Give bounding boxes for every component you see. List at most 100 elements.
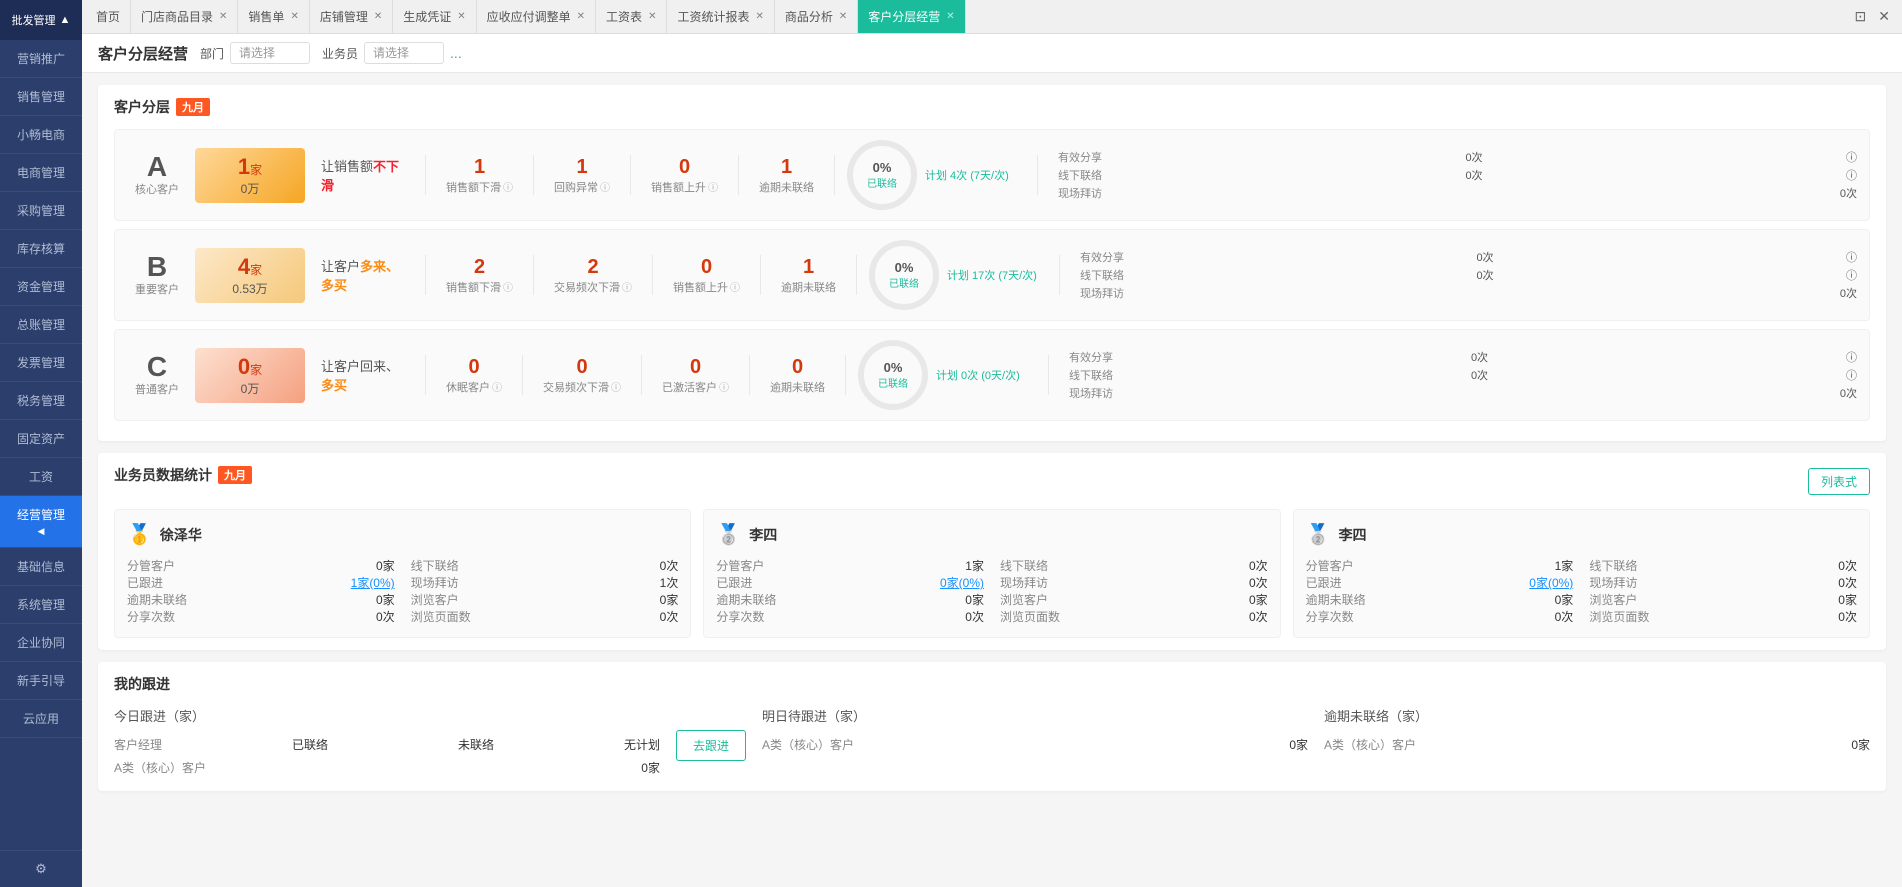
sidebar-item-basic[interactable]: 基础信息: [0, 548, 82, 586]
sidebar-item-sales[interactable]: 销售管理: [0, 78, 82, 116]
info-icon[interactable]: ⓘ: [1846, 349, 1857, 365]
sidebar-item-cloud[interactable]: 云应用: [0, 700, 82, 738]
followed-up-link[interactable]: 0家(0%): [1529, 574, 1573, 591]
divider: [652, 255, 653, 295]
sidebar-item-collab[interactable]: 企业协同: [0, 624, 82, 662]
list-view-button[interactable]: 列表式: [1808, 468, 1870, 495]
tier-c-contact: 0% 已联络 计划 0次 (0天/次): [858, 340, 1036, 410]
tab-store-products[interactable]: 门店商品目录 ✕: [131, 0, 238, 33]
close-icon[interactable]: ✕: [648, 11, 656, 22]
tier-c-count[interactable]: 0家 0万: [195, 348, 305, 403]
tab-home[interactable]: 首页: [86, 0, 131, 33]
tier-b-stat-4[interactable]: 1 逾期未联络: [773, 256, 844, 295]
info-icon[interactable]: ⓘ: [1846, 267, 1857, 283]
tier-c-stat-1[interactable]: 0 休眠客户ⓘ: [438, 356, 510, 395]
staff-section-title: 业务员数据统计 九月: [114, 465, 252, 485]
close-icon[interactable]: ✕: [577, 11, 585, 22]
staff-name-0: 徐泽华: [160, 525, 202, 545]
close-icon[interactable]: ✕: [946, 11, 954, 22]
info-icon[interactable]: ⓘ: [1846, 149, 1857, 165]
sidebar-item-marketing[interactable]: 营销推广: [0, 40, 82, 78]
sidebar-item-payroll[interactable]: 工资: [0, 458, 82, 496]
sidebar-item-ecommerce-small[interactable]: 小畅电商: [0, 116, 82, 154]
page-title: 客户分层经营: [98, 43, 188, 64]
divider: [630, 155, 631, 195]
tab-ap-adjustment[interactable]: 应收应付调整单 ✕: [477, 0, 596, 33]
tier-b-stat-2[interactable]: 2 交易频次下滑ⓘ: [546, 256, 640, 295]
sidebar-item-purchase[interactable]: 采购管理: [0, 192, 82, 230]
tier-a-count[interactable]: 1家 0万: [195, 148, 305, 203]
sidebar-item-finance[interactable]: 资金管理: [0, 268, 82, 306]
tab-customer-tier[interactable]: 客户分层经营 ✕: [858, 0, 965, 33]
tab-store-mgmt[interactable]: 店铺管理 ✕: [310, 0, 393, 33]
tab-product-analysis[interactable]: 商品分析 ✕: [775, 0, 858, 33]
sidebar-collapse-icon[interactable]: ▲: [60, 14, 71, 26]
tab-sales-order[interactable]: 销售单 ✕: [238, 0, 309, 33]
close-window-icon[interactable]: ✕: [1874, 6, 1894, 27]
tier-c-stat-3[interactable]: 0 已激活客户ⓘ: [654, 356, 737, 395]
sidebar-item-tax[interactable]: 税务管理: [0, 382, 82, 420]
staff-stat-row: 已跟进 0家(0%): [1306, 574, 1574, 591]
tier-c-circle: 0% 已联络: [858, 340, 928, 410]
divider: [533, 255, 534, 295]
close-icon[interactable]: ✕: [219, 11, 227, 22]
tab-gen-voucher[interactable]: 生成凭证 ✕: [393, 0, 476, 33]
sidebar-item-ecommerce[interactable]: 电商管理: [0, 154, 82, 192]
staff-card-2: 🥈 李四 分管客户 1家 已跟进 0家(0%): [1293, 509, 1870, 638]
tier-a-plan: 计划 4次 (7天/次): [925, 167, 1025, 183]
tier-b-stat-3[interactable]: 0 销售额上升ⓘ: [665, 256, 748, 295]
close-icon[interactable]: ✕: [839, 11, 847, 22]
sidebar-header[interactable]: 批发管理 ▲: [0, 0, 82, 40]
tier-b-circle: 0% 已联络: [869, 240, 939, 310]
staff-grid: 🥇 徐泽华 分管客户 0家 已跟进 1家(0%): [114, 509, 1870, 638]
close-icon[interactable]: ✕: [290, 11, 298, 22]
followup-today-title: 今日跟进（家）: [114, 706, 660, 725]
tier-a-stat-2[interactable]: 1 回购异常ⓘ: [546, 156, 618, 195]
divider: [425, 355, 426, 395]
more-filters-icon[interactable]: ...: [450, 45, 462, 61]
sidebar-item-management[interactable]: 经营管理 ◀: [0, 496, 82, 548]
sidebar-item-label: 销售管理: [0, 88, 82, 105]
tab-payroll[interactable]: 工资表 ✕: [596, 0, 667, 33]
tier-b-stat-1[interactable]: 2 销售额下滑ⓘ: [438, 256, 521, 295]
tier-c-stat-4[interactable]: 0 逾期未联络: [762, 356, 833, 395]
sidebar-item-guide[interactable]: 新手引导: [0, 662, 82, 700]
sidebar-item-invoice[interactable]: 发票管理: [0, 344, 82, 382]
tier-b-count[interactable]: 4家 0.53万: [195, 248, 305, 303]
close-icon[interactable]: ✕: [374, 11, 382, 22]
tab-label: 商品分析: [785, 8, 833, 25]
close-icon[interactable]: ✕: [755, 11, 763, 22]
tier-a-stat-1[interactable]: 1 销售额下滑ⓘ: [438, 156, 521, 195]
dept-select[interactable]: 请选择: [230, 42, 310, 64]
staff-stats-0: 分管客户 0家 已跟进 1家(0%) 逾期未联络 0家: [127, 557, 678, 625]
go-followup-button[interactable]: 去跟进: [676, 730, 746, 761]
sidebar-item-inventory[interactable]: 库存核算: [0, 230, 82, 268]
sidebar-item-label: 工资: [0, 468, 82, 485]
tab-label: 门店商品目录: [141, 8, 213, 25]
tier-c-stat-2[interactable]: 0 交易频次下滑ⓘ: [535, 356, 629, 395]
followed-up-link[interactable]: 0家(0%): [940, 574, 984, 591]
followup-overdue-title: 逾期未联络（家）: [1324, 706, 1870, 725]
tier-a-stat-4[interactable]: 1 逾期未联络: [751, 156, 822, 195]
staff-stat-row: 分享次数 0次: [1306, 608, 1574, 625]
sidebar-item-ledger[interactable]: 总账管理: [0, 306, 82, 344]
sidebar-item-label: 营销推广: [0, 50, 82, 67]
sidebar-item-label: 系统管理: [0, 596, 82, 613]
sidebar-item-system[interactable]: 系统管理: [0, 586, 82, 624]
followed-up-link[interactable]: 1家(0%): [351, 574, 395, 591]
restore-icon[interactable]: ⊡: [1851, 6, 1871, 27]
followup-grid: 今日跟进（家） 客户经理 已联络 未联络 无计划 A类（核心）客户 0家 去跟进: [114, 706, 1870, 779]
staff-stat-row: 线下联络 0次: [1000, 557, 1268, 574]
info-icon[interactable]: ⓘ: [1846, 167, 1857, 183]
staff-card-0: 🥇 徐泽华 分管客户 0家 已跟进 1家(0%): [114, 509, 691, 638]
sidebar-item-fixed-assets[interactable]: 固定资产: [0, 420, 82, 458]
tab-label: 生成凭证: [403, 8, 451, 25]
staff-select[interactable]: 请选择: [364, 42, 444, 64]
tab-payroll-report[interactable]: 工资统计报表 ✕: [667, 0, 774, 33]
tier-a-stat-3[interactable]: 0 销售额上升ⓘ: [643, 156, 726, 195]
info-icon[interactable]: ⓘ: [1846, 367, 1857, 383]
close-icon[interactable]: ✕: [457, 11, 465, 22]
info-icon[interactable]: ⓘ: [1846, 249, 1857, 265]
settings-icon[interactable]: ⚙: [0, 850, 82, 887]
content-area: 客户分层 九月 A 核心客户 1家 0万 让销售额不下滑 1: [82, 73, 1902, 887]
